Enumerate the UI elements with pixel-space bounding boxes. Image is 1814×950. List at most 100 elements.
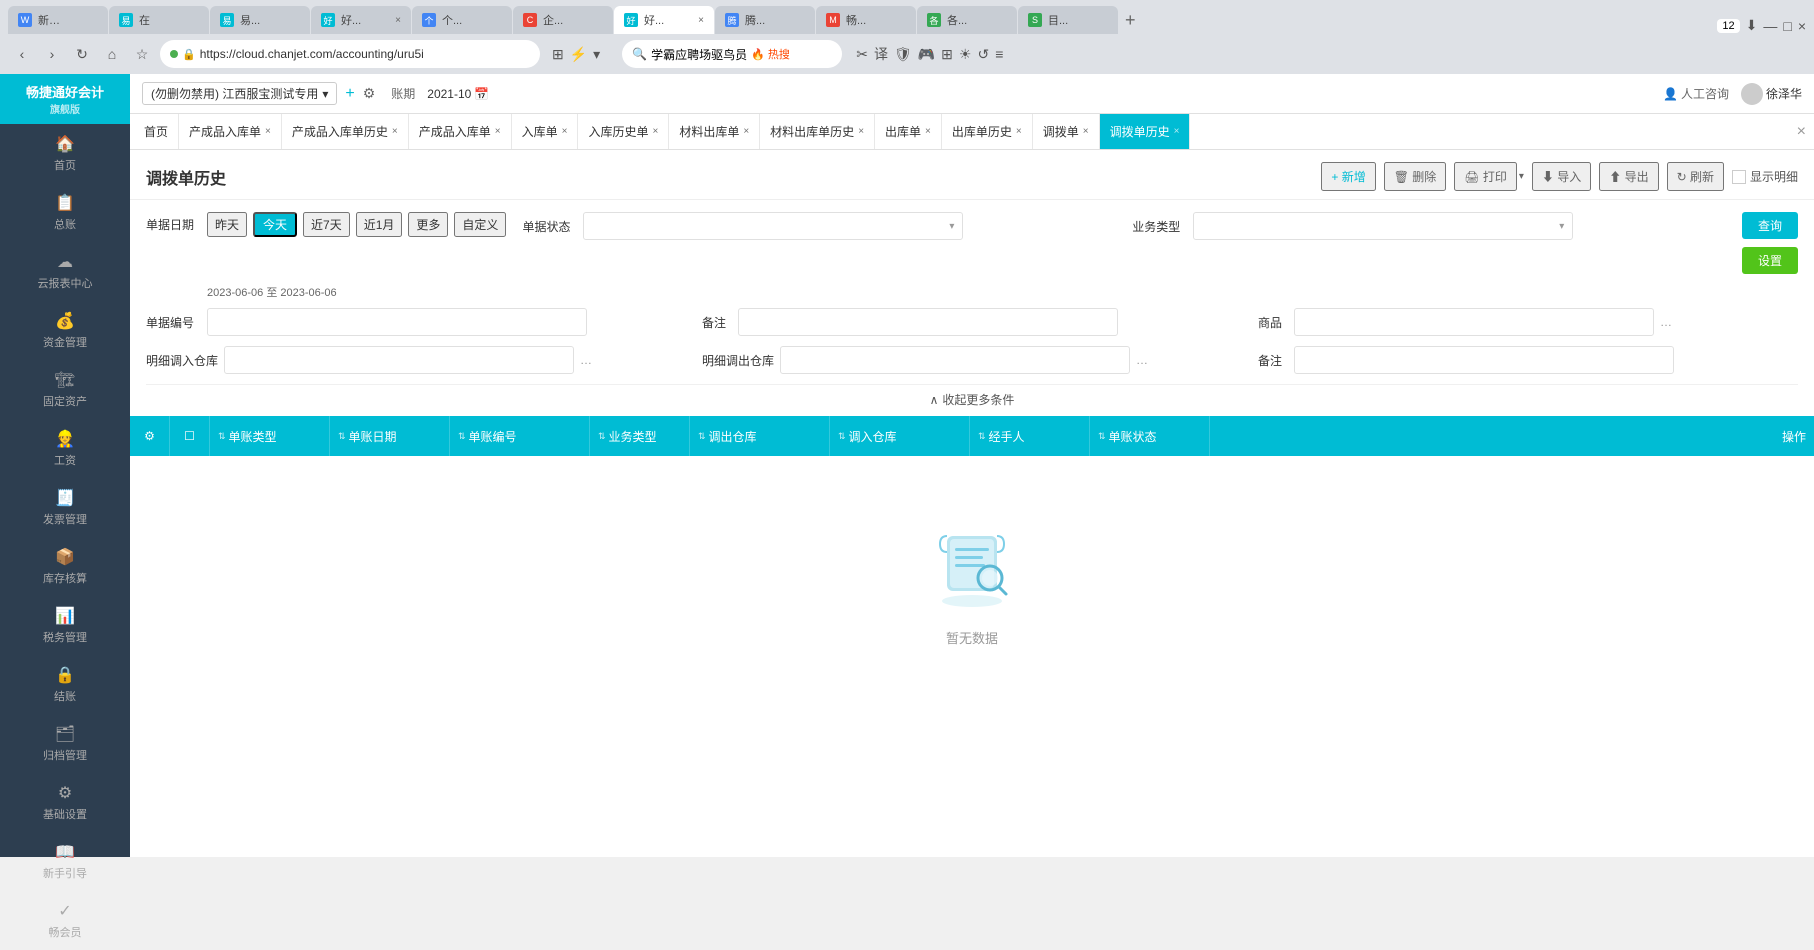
page-tab-inbound-history-close[interactable]: × [652,126,658,137]
close-icon[interactable]: × [1798,18,1806,34]
page-tab-material-outbound-history[interactable]: 材料出库单历史 × [760,114,875,150]
query-button[interactable]: 查询 [1742,212,1798,239]
date-more-button[interactable]: 更多 [408,212,448,237]
th-doc-date[interactable]: ⇅ 单账日期 [330,416,450,456]
page-tab-transfer-history[interactable]: 调拨单历史 × [1100,114,1191,150]
sidebar-item-funds[interactable]: 💰 资金管理 [0,301,130,360]
remark2-input[interactable] [1294,346,1674,374]
user-info[interactable]: 徐泽华 [1741,83,1802,105]
service-button[interactable]: 👤 人工咨询 [1663,85,1729,102]
translate-icon[interactable]: 译 [874,44,888,64]
th-doc-num[interactable]: ⇅ 单账编号 [450,416,590,456]
tab-bar-close[interactable]: × [1797,123,1810,141]
sidebar-item-wages[interactable]: 👷 工资 [0,419,130,478]
sun-icon[interactable]: ☀ [959,46,972,63]
maximize-icon[interactable]: □ [1783,18,1791,34]
page-tab-material-outbound[interactable]: 材料出库单 × [669,114,760,150]
page-tab-production-inbound[interactable]: 产成品入库单 × [179,114,282,150]
page-tab-home[interactable]: 首页 [134,114,179,150]
bookmark-button[interactable]: ☆ [130,42,154,66]
delete-button[interactable]: 🗑 删除 [1384,162,1447,191]
detail-out-input[interactable] [780,346,1130,374]
detail-in-more-button[interactable]: … [580,353,592,367]
th-handler[interactable]: ⇅ 经手人 [970,416,1090,456]
sidebar-item-fixed-assets[interactable]: 🏗 固定资产 [0,360,130,419]
th-out-warehouse[interactable]: ⇅ 调出仓库 [690,416,830,456]
new-button[interactable]: + 新增 [1321,162,1375,191]
grid-icon[interactable]: ⊞ [941,46,953,63]
page-tab-outbound-history[interactable]: 出库单历史 × [942,114,1033,150]
sidebar-item-archive[interactable]: 🗂 归档管理 [0,714,130,773]
browser-tab-3[interactable]: 易 易... [210,6,310,34]
page-tab-inbound-close[interactable]: × [562,126,568,137]
page-tab-outbound-close[interactable]: × [925,126,931,137]
company-selector[interactable]: (勿删勿禁用) 江西服宝测试专用 ▾ [142,82,337,105]
extensions-button[interactable]: ⊞ [552,46,564,63]
goods-more-button[interactable]: … [1660,315,1672,329]
browser-tab-7[interactable]: 好 好... × [614,6,714,34]
browser-tab-8[interactable]: 腾 腾... [715,6,815,34]
add-company-button[interactable]: + [345,85,354,103]
sidebar-item-tax[interactable]: 📊 税务管理 [0,596,130,655]
th-doc-type[interactable]: ⇅ 单账类型 [210,416,330,456]
page-tab-material-outbound-close[interactable]: × [743,126,749,137]
page-tab-outbound[interactable]: 出库单 × [875,114,942,150]
page-tab-material-outbound-history-close[interactable]: × [858,126,864,137]
tab-close-7[interactable]: × [698,15,704,26]
page-tab-production-inbound2[interactable]: 产成品入库单 × [409,114,512,150]
page-tab-outbound-history-close[interactable]: × [1016,126,1022,137]
page-tab-inbound-history[interactable]: 入库历史单 × [578,114,669,150]
date-today-button[interactable]: 今天 [253,212,297,237]
sidebar-item-basic-settings[interactable]: ⚙ 基础设置 [0,773,130,832]
th-settings[interactable]: ⚙ [130,416,170,456]
forward-button[interactable]: › [40,42,64,66]
sidebar-item-ledger[interactable]: 📋 总账 [0,183,130,242]
menu-icon[interactable]: ≡ [995,46,1003,62]
sidebar-item-invoices[interactable]: 🧾 发票管理 [0,478,130,537]
page-tab-inbound[interactable]: 入库单 × [512,114,579,150]
page-tab-production-inbound2-close[interactable]: × [495,126,501,137]
sidebar-item-reports[interactable]: ☁ 云报表中心 [0,242,130,301]
home-button[interactable]: ⌂ [100,42,124,66]
sidebar-item-guide[interactable]: 📖 新手引导 [0,832,130,891]
history-icon[interactable]: ↺ [977,46,989,63]
th-biz-type[interactable]: ⇅ 业务类型 [590,416,690,456]
app-logo[interactable]: 畅捷通好会计 旗舰版 [0,74,130,124]
import-button[interactable]: ⬇ 导入 [1532,162,1591,191]
settings-header-button[interactable]: ⚙ [363,85,376,102]
date-custom-button[interactable]: 自定义 [454,212,506,237]
status-select[interactable]: ▾ [583,212,963,240]
new-tab-button[interactable]: + [1119,6,1142,34]
remark-input[interactable] [738,308,1118,336]
browser-tab-4[interactable]: 好 好... × [311,6,411,34]
page-tab-production-inbound-history-close[interactable]: × [392,126,398,137]
browser-tab-9[interactable]: M 畅... [816,6,916,34]
print-dropdown-icon[interactable]: ▾ [1519,171,1524,182]
sidebar-item-inventory[interactable]: 📦 库存核算 [0,537,130,596]
shield-icon[interactable]: 🛡 [894,46,912,63]
date-7days-button[interactable]: 近7天 [303,212,350,237]
display-toggle-checkbox[interactable] [1732,170,1746,184]
browser-tab-2[interactable]: 易 在 [109,6,209,34]
sidebar-item-vip[interactable]: ✓ 畅会员 [0,891,130,950]
th-doc-status[interactable]: ⇅ 单账状态 [1090,416,1210,456]
dropdown-button[interactable]: ▾ [593,46,600,63]
sidebar-item-closing[interactable]: 🔒 结账 [0,655,130,714]
export-button[interactable]: ⬆ 导出 [1599,162,1658,191]
page-tab-production-inbound-close[interactable]: × [265,126,271,137]
page-tab-production-inbound-history[interactable]: 产成品入库单历史 × [282,114,409,150]
browser-search-bar[interactable]: 🔍 学霸应聘场驱鸟员 🔥 热搜 [622,40,842,68]
doc-number-input[interactable] [207,308,587,336]
collapse-button[interactable]: ∧ 收起更多条件 [930,391,1015,408]
tab-close-4[interactable]: × [395,15,401,26]
filter-settings-button[interactable]: 设置 [1742,247,1798,274]
print-button[interactable]: 🖨 打印 [1454,162,1517,191]
back-button[interactable]: ‹ [10,42,34,66]
page-tab-transfer[interactable]: 调拨单 × [1033,114,1100,150]
calendar-icon[interactable]: 📅 [474,87,489,101]
detail-in-input[interactable] [224,346,574,374]
url-input[interactable]: 🔒 https://cloud.chanjet.com/accounting/u… [160,40,540,68]
goods-input[interactable] [1294,308,1654,336]
lightning-button[interactable]: ⚡ [570,46,587,63]
browser-tab-6[interactable]: C 企... [513,6,613,34]
